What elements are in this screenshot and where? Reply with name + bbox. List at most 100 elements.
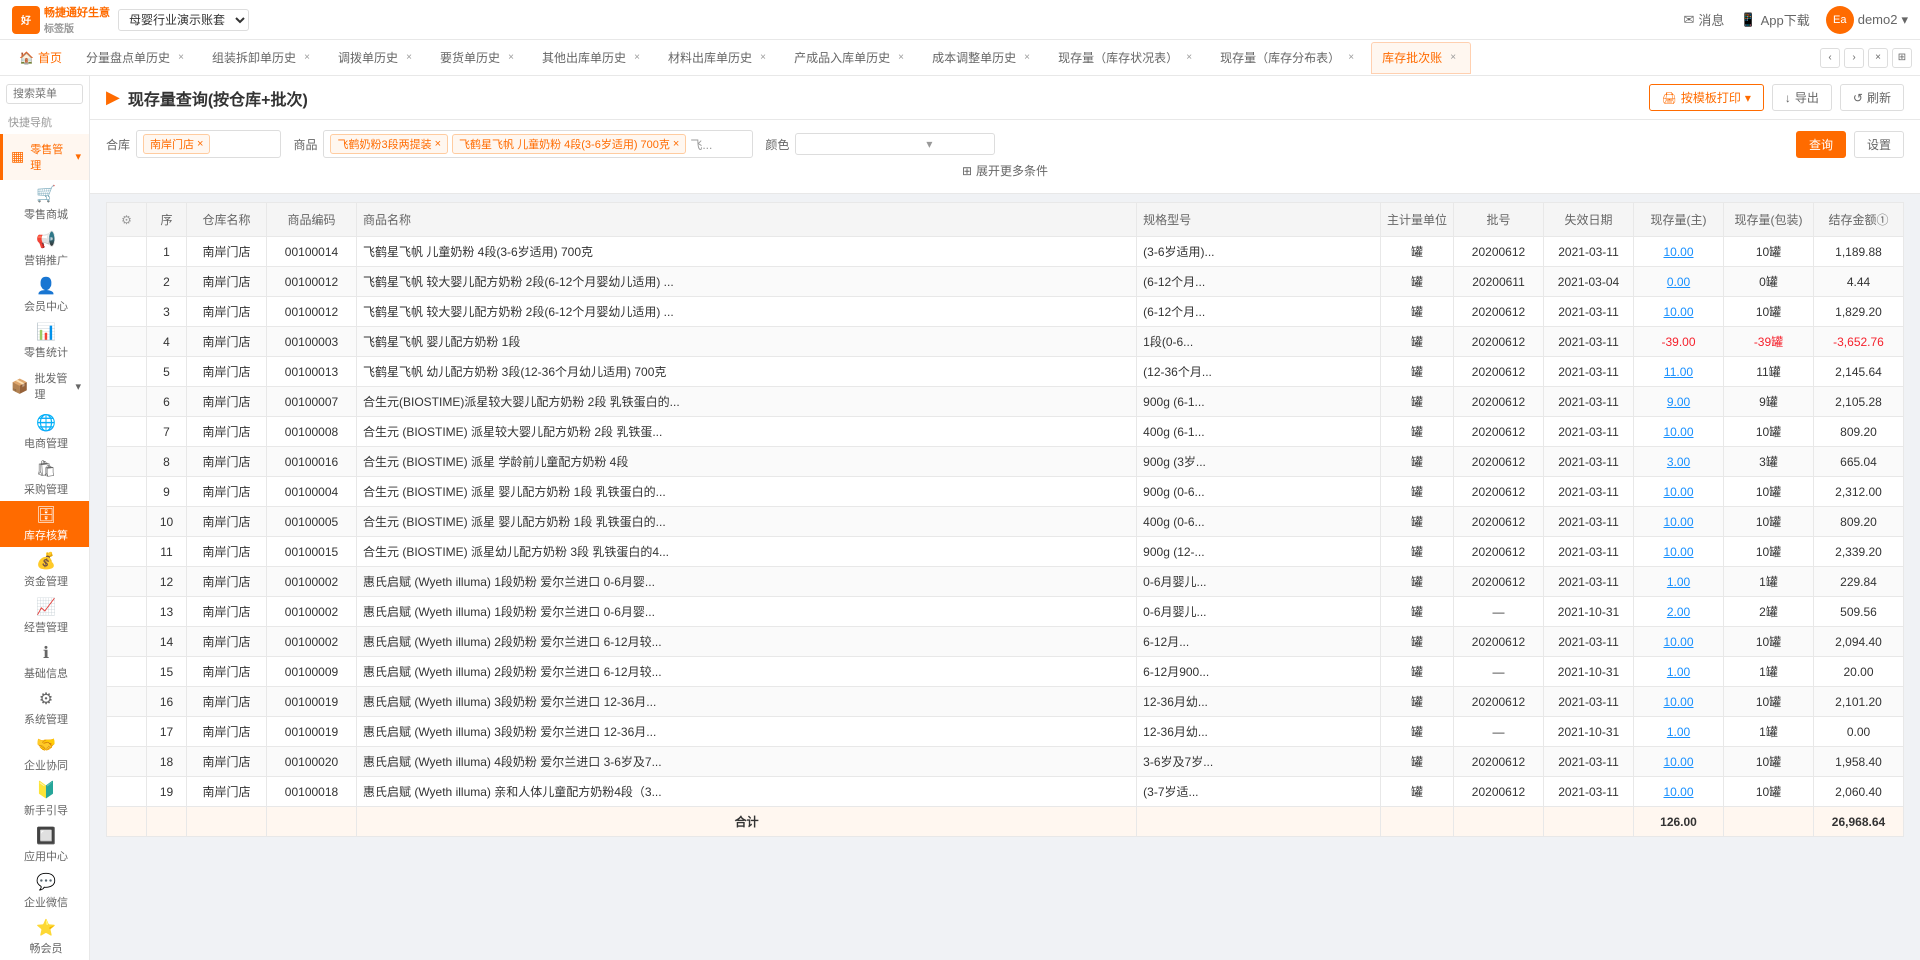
row-stock-main[interactable]: 10.00 <box>1634 297 1724 327</box>
app-download-btn[interactable]: 📱 App下载 <box>1740 10 1809 29</box>
tab-close-icon[interactable]: × <box>1182 51 1196 65</box>
sidebar-item-retail-shop[interactable]: 🛒 零售商城 <box>0 180 89 226</box>
tab-close-all-btn[interactable]: × <box>1868 48 1888 68</box>
color-search-input[interactable] <box>802 137 922 151</box>
sidebar-item-retail-mgmt[interactable]: ▦ 零售管理 ▾ <box>0 134 89 180</box>
sidebar-item-batch-mgmt[interactable]: 📦 批发管理 ▾ <box>0 363 89 409</box>
tab-prev-btn[interactable]: ‹ <box>1820 48 1840 68</box>
row-expire: 2021-03-11 <box>1544 477 1634 507</box>
sidebar-item-member[interactable]: 👤 会员中心 <box>0 272 89 318</box>
row-batch: — <box>1454 717 1544 747</box>
row-stock-main[interactable]: 10.00 <box>1634 747 1724 777</box>
tab-close-icon[interactable]: × <box>894 51 908 65</box>
sidebar-item-biz[interactable]: 📈 经营管理 <box>0 593 89 639</box>
product-tag-container[interactable]: 飞鹤奶粉3段两提装 × 飞鹤星飞帆 儿童奶粉 4段(3-6岁适用) 700克 ×… <box>323 130 753 158</box>
row-stock-main[interactable]: 10.00 <box>1634 687 1724 717</box>
warehouse-search-input[interactable] <box>214 137 274 151</box>
product-search-input[interactable] <box>716 137 746 151</box>
row-stock-main[interactable]: 10.00 <box>1634 537 1724 567</box>
print-btn[interactable]: 🖨 按模板打印 ▾ <box>1649 84 1764 111</box>
sidebar-item-app-center[interactable]: 🔲 应用中心 <box>0 822 89 868</box>
color-dropdown-icon[interactable]: ▾ <box>926 137 932 151</box>
expand-conditions-btn[interactable]: ⊞ 展开更多条件 <box>106 158 1904 183</box>
tab-close-icon[interactable]: × <box>756 51 770 65</box>
row-warehouse: 南岸门店 <box>187 567 267 597</box>
user-menu[interactable]: Ea demo2 ▾ <box>1826 6 1908 34</box>
row-index: 8 <box>147 447 187 477</box>
sidebar-item-finance[interactable]: 💰 资金管理 <box>0 547 89 593</box>
row-stock-main[interactable]: 9.00 <box>1634 387 1724 417</box>
row-balance: 1,829.20 <box>1814 297 1904 327</box>
col-setting[interactable]: ⚙ <box>107 203 147 237</box>
remove-product-tag-1-btn[interactable]: × <box>435 138 441 150</box>
row-stock-main[interactable]: 10.00 <box>1634 627 1724 657</box>
export-btn[interactable]: ↓ 导出 <box>1772 84 1832 111</box>
message-btn[interactable]: ✉ 消息 <box>1683 10 1724 29</box>
tab-xian-cun-kk[interactable]: 现存量（库存状况表） × <box>1047 42 1207 74</box>
search-input[interactable] <box>6 84 83 104</box>
tab-close-icon[interactable]: × <box>1344 51 1358 65</box>
color-tag-container[interactable]: ▾ <box>795 133 995 155</box>
refresh-btn[interactable]: ↺ 刷新 <box>1840 84 1904 111</box>
row-warehouse: 南岸门店 <box>187 777 267 807</box>
row-stock-main[interactable]: -39.00 <box>1634 327 1724 357</box>
tab-tiao-bo[interactable]: 调拨单历史 × <box>327 42 427 74</box>
row-name: 合生元 (BIOSTIME) 派星较大婴儿配方奶粉 2段 乳铁蛋... <box>357 417 1137 447</box>
sidebar-item-inventory[interactable]: 🗄 库存核算 <box>0 501 89 547</box>
tab-fen-pan[interactable]: 分量盘点单历史 × <box>75 42 199 74</box>
row-stock-main[interactable]: 1.00 <box>1634 717 1724 747</box>
tab-close-icon[interactable]: × <box>402 51 416 65</box>
tab-yao-huo[interactable]: 要货单历史 × <box>429 42 529 74</box>
tab-menu-btn[interactable]: ⊞ <box>1892 48 1912 68</box>
sidebar-item-sys[interactable]: ⚙ 系统管理 <box>0 685 89 731</box>
row-stock-main[interactable]: 10.00 <box>1634 237 1724 267</box>
sidebar-item-new-guide[interactable]: 🔰 新手引导 <box>0 776 89 822</box>
tab-close-icon[interactable]: × <box>1020 51 1034 65</box>
row-stock-main[interactable]: 0.00 <box>1634 267 1724 297</box>
row-stock-main[interactable]: 3.00 <box>1634 447 1724 477</box>
remove-warehouse-tag-btn[interactable]: × <box>197 138 203 150</box>
row-stock-main[interactable]: 1.00 <box>1634 567 1724 597</box>
tab-cheng-ben[interactable]: 成本调整单历史 × <box>921 42 1045 74</box>
tab-home[interactable]: 🏠 首页 <box>8 42 73 74</box>
remove-product-tag-2-btn[interactable]: × <box>673 138 679 150</box>
sidebar-item-marketing[interactable]: 📢 营销推广 <box>0 226 89 272</box>
tab-close-icon[interactable]: × <box>300 51 314 65</box>
sidebar-item-purchase[interactable]: 🛍 采购管理 <box>0 455 89 501</box>
row-setting <box>107 657 147 687</box>
row-stock-main[interactable]: 1.00 <box>1634 657 1724 687</box>
sidebar-item-ecom[interactable]: 🌐 电商管理 <box>0 409 89 455</box>
sidebar-item-basic-info[interactable]: ℹ 基础信息 <box>0 639 89 685</box>
sidebar-item-retail-stats[interactable]: 📊 零售统计 <box>0 318 89 364</box>
row-stock-main[interactable]: 2.00 <box>1634 597 1724 627</box>
tab-xian-cun-fb[interactable]: 现存量（库存分布表） × <box>1209 42 1369 74</box>
tab-ku-pi-ci[interactable]: 库存批次账 × <box>1371 42 1471 74</box>
settings-btn[interactable]: 设置 <box>1854 131 1904 158</box>
gear-icon[interactable]: ⚙ <box>121 213 132 227</box>
sidebar-item-vip[interactable]: ⭐ 畅会员 <box>0 914 89 960</box>
row-unit: 罐 <box>1380 777 1453 807</box>
table-row: 16 南岸门店 00100019 惠氏启赋 (Wyeth illuma) 3段奶… <box>107 687 1904 717</box>
query-btn[interactable]: 查询 <box>1796 131 1846 158</box>
breadcrumb-select[interactable]: 母婴行业演示账套 <box>118 9 249 31</box>
tab-close-icon[interactable]: × <box>630 51 644 65</box>
tab-chan-pin[interactable]: 产成品入库单历史 × <box>783 42 919 74</box>
row-stock-main[interactable]: 10.00 <box>1634 777 1724 807</box>
sidebar-item-corp-wechat[interactable]: 💬 企业微信 <box>0 868 89 914</box>
tab-qi-ta[interactable]: 其他出库单历史 × <box>531 42 655 74</box>
tab-close-icon[interactable]: × <box>1446 51 1460 65</box>
row-stock-main[interactable]: 11.00 <box>1634 357 1724 387</box>
row-stock-main[interactable]: 10.00 <box>1634 507 1724 537</box>
tab-next-btn[interactable]: › <box>1844 48 1864 68</box>
row-stock-main[interactable]: 10.00 <box>1634 417 1724 447</box>
tab-close-icon[interactable]: × <box>504 51 518 65</box>
product-more[interactable]: 飞... <box>690 136 712 153</box>
tab-zu-chai[interactable]: 组装拆卸单历史 × <box>201 42 325 74</box>
warehouse-tag-container[interactable]: 南岸门店 × <box>136 130 281 158</box>
tab-cai-liao[interactable]: 材料出库单历史 × <box>657 42 781 74</box>
tab-close-icon[interactable]: × <box>174 51 188 65</box>
row-warehouse: 南岸门店 <box>187 597 267 627</box>
expand-sidebar-btn[interactable]: ▶ <box>106 87 120 108</box>
row-stock-main[interactable]: 10.00 <box>1634 477 1724 507</box>
sidebar-item-corp-coop[interactable]: 🤝 企业协同 <box>0 731 89 777</box>
